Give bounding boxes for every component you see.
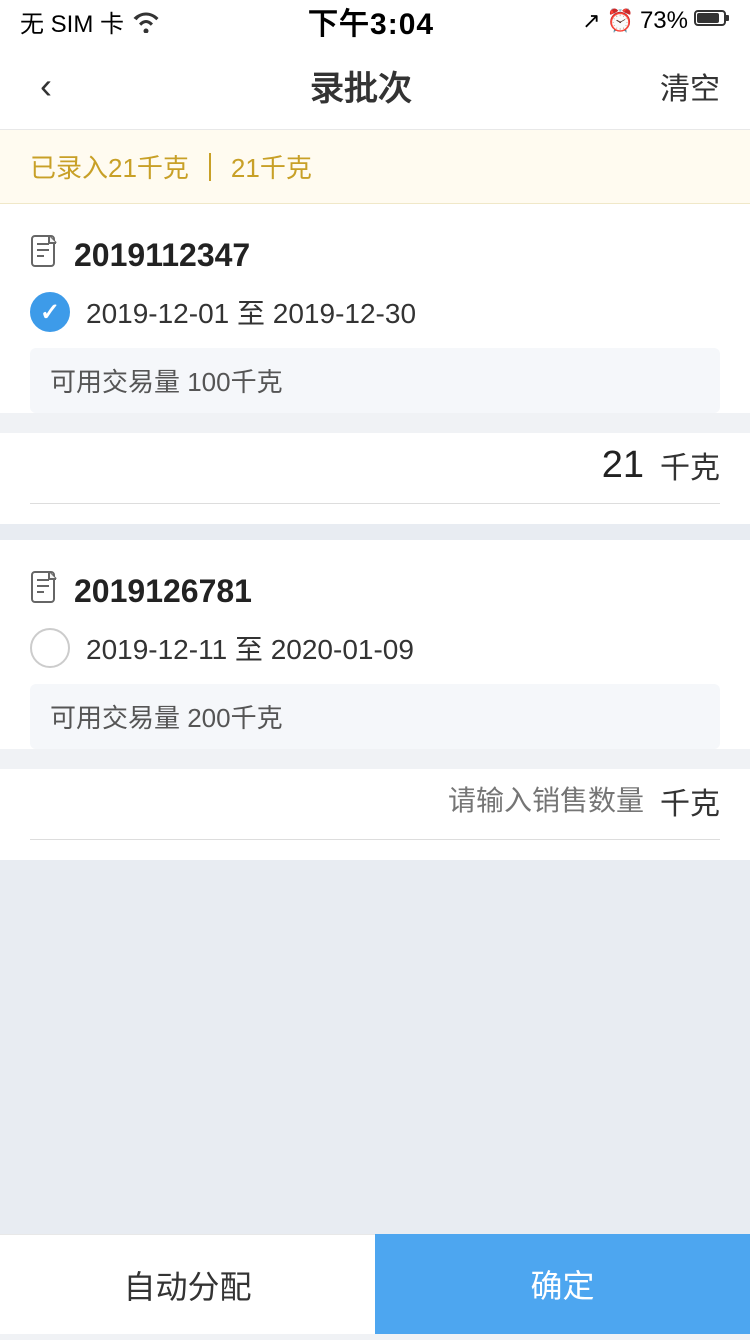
wifi-icon	[132, 7, 160, 35]
info-banner: 已录入21千克 21千克	[0, 130, 750, 204]
batch-date-2: 2019-12-11 至 2020-01-09	[86, 628, 414, 668]
batch-date-row-2[interactable]: 2019-12-11 至 2020-01-09	[30, 628, 720, 668]
carrier-text: 无 SIM 卡	[20, 4, 124, 39]
footer: 自动分配 确定	[0, 1234, 750, 1334]
quantity-input-1[interactable]	[544, 444, 644, 487]
quantity-row-1: 千克	[30, 433, 720, 504]
recorded-amount-value: 21千克	[231, 148, 312, 185]
auto-distribute-button[interactable]: 自动分配	[0, 1234, 375, 1334]
back-button[interactable]: ‹	[30, 55, 62, 117]
quantity-row-2: 千克	[30, 769, 720, 840]
doc-icon-1	[30, 234, 62, 276]
battery-icon	[694, 7, 730, 35]
batch-date-1: 2019-12-01 至 2019-12-30	[86, 292, 416, 332]
status-left: 无 SIM 卡	[20, 4, 160, 39]
location-icon: ↗	[582, 8, 600, 34]
clear-button[interactable]: 清空	[660, 64, 720, 108]
nav-bar: ‹ 录批次 清空	[0, 42, 750, 130]
alarm-icon: ⏰	[607, 8, 634, 34]
batch-item-2: 2019126781 2019-12-11 至 2020-01-09 可用交易量…	[0, 540, 750, 749]
page-title: 录批次	[310, 61, 412, 110]
section-separator	[0, 524, 750, 540]
batch-id-2: 2019126781	[74, 573, 252, 610]
bottom-area	[0, 860, 750, 1240]
confirm-button[interactable]: 确定	[375, 1234, 750, 1334]
banner-divider	[209, 153, 211, 181]
quantity-input-2[interactable]	[30, 785, 644, 817]
batch-avail-box-2: 可用交易量 200千克	[30, 684, 720, 749]
quantity-unit-2: 千克	[660, 779, 720, 823]
status-bar: 无 SIM 卡 下午3:04 ↗ ⏰ 73%	[0, 0, 750, 42]
battery-percent: 73%	[640, 7, 688, 35]
batch-item-header-1: 2019112347	[30, 234, 720, 276]
batch-avail-box-1: 可用交易量 100千克	[30, 348, 720, 413]
batch-id-1: 2019112347	[74, 237, 250, 274]
batch-item-1: 2019112347 2019-12-01 至 2019-12-30 可用交易量…	[0, 204, 750, 413]
batch-item-header-2: 2019126781	[30, 570, 720, 612]
quantity-unit-1: 千克	[660, 443, 720, 487]
recorded-amount-label: 已录入21千克	[30, 148, 189, 185]
batch-avail-text-1: 可用交易量 100千克	[50, 367, 283, 397]
batch-avail-text-2: 可用交易量 200千克	[50, 703, 283, 733]
doc-icon-2	[30, 570, 62, 612]
batch-radio-2[interactable]	[30, 628, 70, 668]
status-right: ↗ ⏰ 73%	[582, 7, 730, 35]
status-time: 下午3:04	[308, 0, 434, 43]
batch-radio-1[interactable]	[30, 292, 70, 332]
batch-date-row-1[interactable]: 2019-12-01 至 2019-12-30	[30, 292, 720, 332]
